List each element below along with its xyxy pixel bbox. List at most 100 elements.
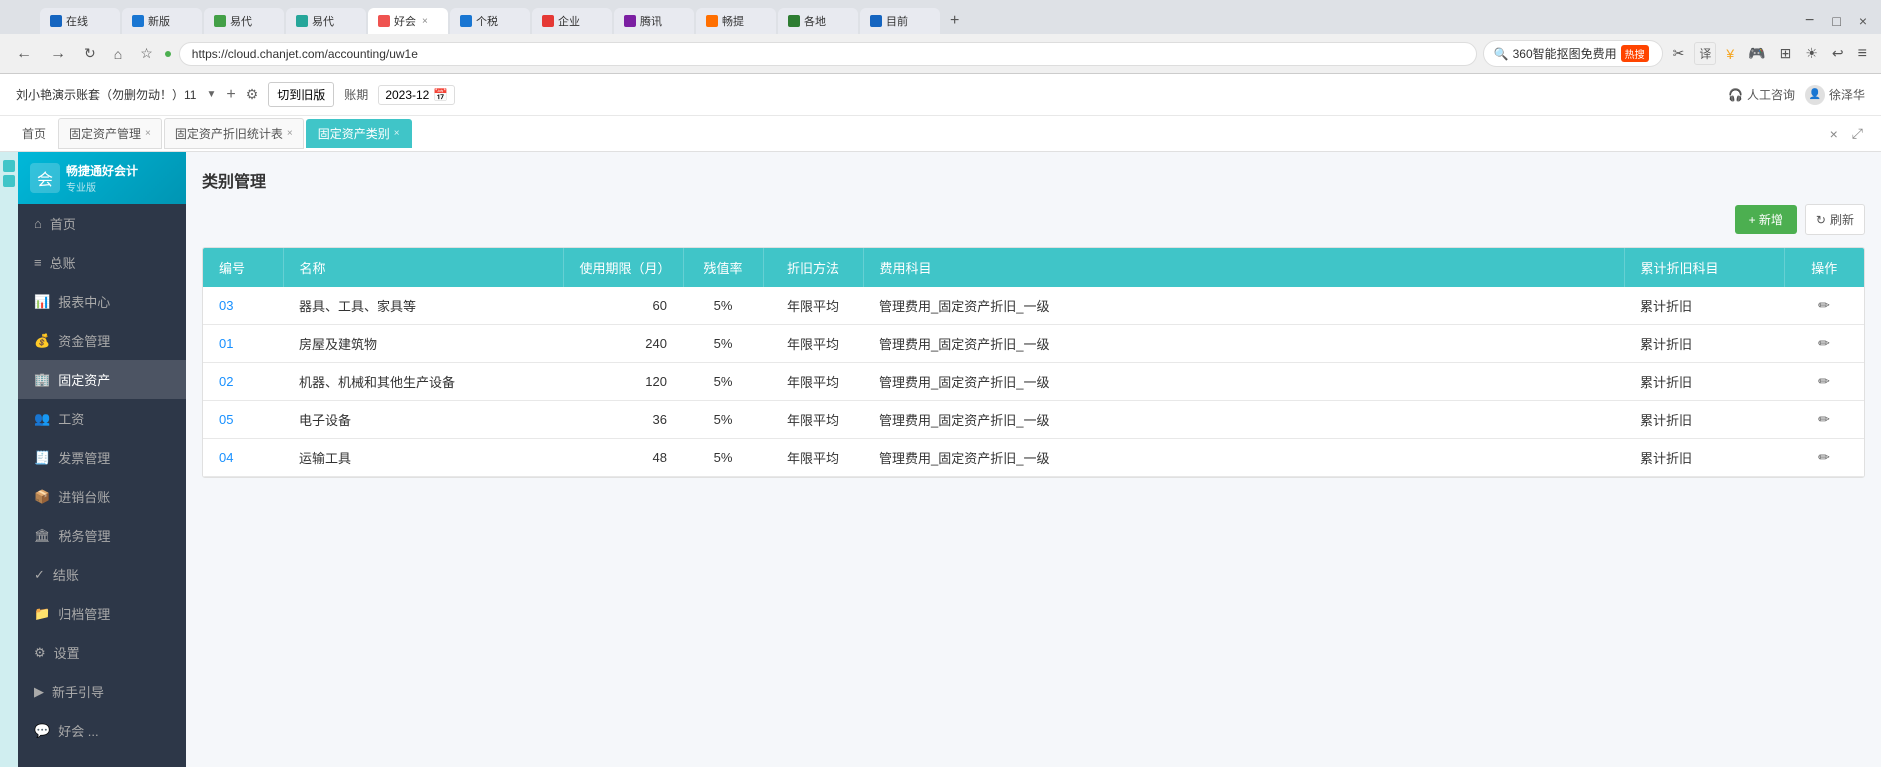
sidebar-item-ledger[interactable]: ≡ 总账 xyxy=(18,243,186,282)
edit-button[interactable]: ✏ xyxy=(1818,373,1830,389)
tab-home[interactable]: 首页 xyxy=(12,119,56,148)
sidebar-ledger-label: 总账 xyxy=(50,253,76,272)
browser-tab-t4[interactable]: 易代 xyxy=(286,8,366,34)
add-account-icon[interactable]: + xyxy=(226,86,235,104)
tab-label-t10: 各地 xyxy=(804,13,826,29)
browser-tab-t1[interactable]: 在线 xyxy=(40,8,120,34)
win-maximize[interactable]: □ xyxy=(1826,11,1846,31)
tab-depreciation-close[interactable]: × xyxy=(287,128,293,139)
undo-icon[interactable]: ↩ xyxy=(1828,43,1848,64)
cell-action: ✏ xyxy=(1784,439,1864,477)
sidebar-settings-label: 设置 xyxy=(54,643,80,662)
switch-version-button[interactable]: 切到旧版 xyxy=(268,82,334,107)
sidebar-item-closing[interactable]: ✓ 结账 xyxy=(18,555,186,594)
browser-tab-t3[interactable]: 易代 xyxy=(204,8,284,34)
search-icon: 🔍 xyxy=(1494,47,1509,61)
tab-label-t4: 易代 xyxy=(312,13,334,29)
cell-action: ✏ xyxy=(1784,401,1864,439)
browser-tab-t10[interactable]: 各地 xyxy=(778,8,858,34)
win-minimize[interactable]: − xyxy=(1799,10,1820,32)
scissors-icon[interactable]: ✂ xyxy=(1669,43,1689,64)
edit-button[interactable]: ✏ xyxy=(1818,449,1830,465)
tab-close-t5[interactable]: × xyxy=(422,16,428,27)
menu-icon[interactable]: ≡ xyxy=(1854,43,1871,65)
back-button[interactable]: ← xyxy=(10,43,38,65)
sidebar-item-fixed[interactable]: 🏢 固定资产 xyxy=(18,360,186,399)
cell-months: 48 xyxy=(563,439,683,477)
sidebar-item-tax[interactable]: 🏛 税务管理 xyxy=(18,516,186,555)
forward-button[interactable]: → xyxy=(44,43,72,65)
tab-depreciation[interactable]: 固定资产折旧统计表 × xyxy=(164,118,304,149)
browser-tab-t6[interactable]: 个税 xyxy=(450,8,530,34)
tab-icon-t10 xyxy=(788,15,800,27)
search-box[interactable]: 🔍 360智能抠图免费用 热搜 xyxy=(1483,40,1663,67)
sidebar-item-inventory[interactable]: 📦 进销台账 xyxy=(18,477,186,516)
tab-category[interactable]: 固定资产类别 × xyxy=(306,119,412,148)
content-area: 类别管理 + 新增 ↻ 刷新 编号 名称 xyxy=(186,152,1881,767)
add-button[interactable]: + 新增 xyxy=(1735,205,1797,234)
cell-code: 04 xyxy=(203,439,283,477)
sidebar-item-settings[interactable]: ⚙ 设置 xyxy=(18,633,186,672)
table-row: 02 机器、机械和其他生产设备 120 5% 年限平均 管理费用_固定资产折旧_… xyxy=(203,363,1864,401)
sidebar-item-home[interactable]: ⌂ 首页 xyxy=(18,204,186,243)
home-button[interactable]: ⌂ xyxy=(108,44,128,64)
left-strip xyxy=(0,152,18,767)
window-controls: − □ × xyxy=(1799,10,1873,34)
currency-icon[interactable]: ¥ xyxy=(1722,44,1738,64)
cell-rate: 5% xyxy=(683,439,763,477)
sidebar-fixed-label: 固定资产 xyxy=(58,370,110,389)
period-value[interactable]: 2023-12 📅 xyxy=(378,85,455,105)
sun-icon[interactable]: ☀ xyxy=(1801,43,1822,64)
tab-category-close[interactable]: × xyxy=(394,128,400,139)
sidebar-item-reports[interactable]: 📊 报表中心 xyxy=(18,282,186,321)
reload-button[interactable]: ↻ xyxy=(78,43,102,64)
tab-panel-expand-icon[interactable]: ⤢ xyxy=(1846,123,1869,144)
star-button[interactable]: ☆ xyxy=(134,43,159,64)
browser-tab-t11[interactable]: 目前 xyxy=(860,8,940,34)
sidebar-item-archive[interactable]: 📁 归档管理 xyxy=(18,594,186,633)
grid-icon[interactable]: ⊞ xyxy=(1776,43,1796,64)
th-action: 操作 xyxy=(1784,248,1864,287)
refresh-button[interactable]: ↻ 刷新 xyxy=(1805,204,1865,235)
browser-tab-t5[interactable]: 好会 × xyxy=(368,8,448,34)
sidebar-item-guide[interactable]: ▶ 新手引导 xyxy=(18,672,186,711)
sidebar-item-invoice[interactable]: 🧾 发票管理 xyxy=(18,438,186,477)
cell-code: 02 xyxy=(203,363,283,401)
address-bar-row: ← → ↻ ⌂ ☆ 🔍 360智能抠图免费用 热搜 ✂ 译 ¥ 🎮 ⊞ ☀ ↩ … xyxy=(0,34,1881,74)
cell-code: 01 xyxy=(203,325,283,363)
browser-tab-t2[interactable]: 新版 xyxy=(122,8,202,34)
sidebar-guide-label: 新手引导 xyxy=(52,682,104,701)
user-avatar-area[interactable]: 👤 徐泽华 xyxy=(1805,85,1865,105)
cell-months: 240 xyxy=(563,325,683,363)
browser-tab-t9[interactable]: 畅提 xyxy=(696,8,776,34)
sidebar-funds-label: 资金管理 xyxy=(58,331,110,350)
sidebar-reports-label: 报表中心 xyxy=(58,292,110,311)
sidebar-item-funds[interactable]: 💰 资金管理 xyxy=(18,321,186,360)
url-input[interactable] xyxy=(179,42,1477,66)
cell-expense: 管理费用_固定资产折旧_一级 xyxy=(863,363,1624,401)
win-close[interactable]: × xyxy=(1853,11,1873,31)
tab-label-t11: 目前 xyxy=(886,13,908,29)
edit-button[interactable]: ✏ xyxy=(1818,411,1830,427)
consult-area[interactable]: 🎧 人工咨询 xyxy=(1728,86,1795,103)
dropdown-icon[interactable]: ▼ xyxy=(206,89,216,100)
tab-panel-close-icon[interactable]: × xyxy=(1824,124,1844,144)
browser-tab-t8[interactable]: 腾讯 xyxy=(614,8,694,34)
tab-label-t9: 畅提 xyxy=(722,13,744,29)
tab-fixed-mgr[interactable]: 固定资产管理 × xyxy=(58,118,162,149)
browser-tab-t7[interactable]: 企业 xyxy=(532,8,612,34)
sidebar-salary-label: 工资 xyxy=(58,409,84,428)
settings-gear-icon[interactable]: ⚙ xyxy=(246,86,259,103)
translate-icon[interactable]: 译 xyxy=(1694,42,1716,65)
tab-icon-t6 xyxy=(460,15,472,27)
headset-icon: 🎧 xyxy=(1728,88,1743,102)
new-tab-button[interactable]: + xyxy=(942,8,967,34)
tab-fixed-mgr-close[interactable]: × xyxy=(145,128,151,139)
edit-button[interactable]: ✏ xyxy=(1818,297,1830,313)
game-icon[interactable]: 🎮 xyxy=(1744,43,1769,64)
closing-nav-icon: ✓ xyxy=(34,567,45,583)
sidebar-item-feedback[interactable]: 💬 好会 ... xyxy=(18,711,186,750)
edit-button[interactable]: ✏ xyxy=(1818,335,1830,351)
tab-category-label: 固定资产类别 xyxy=(318,125,390,142)
sidebar-item-salary[interactable]: 👥 工资 xyxy=(18,399,186,438)
